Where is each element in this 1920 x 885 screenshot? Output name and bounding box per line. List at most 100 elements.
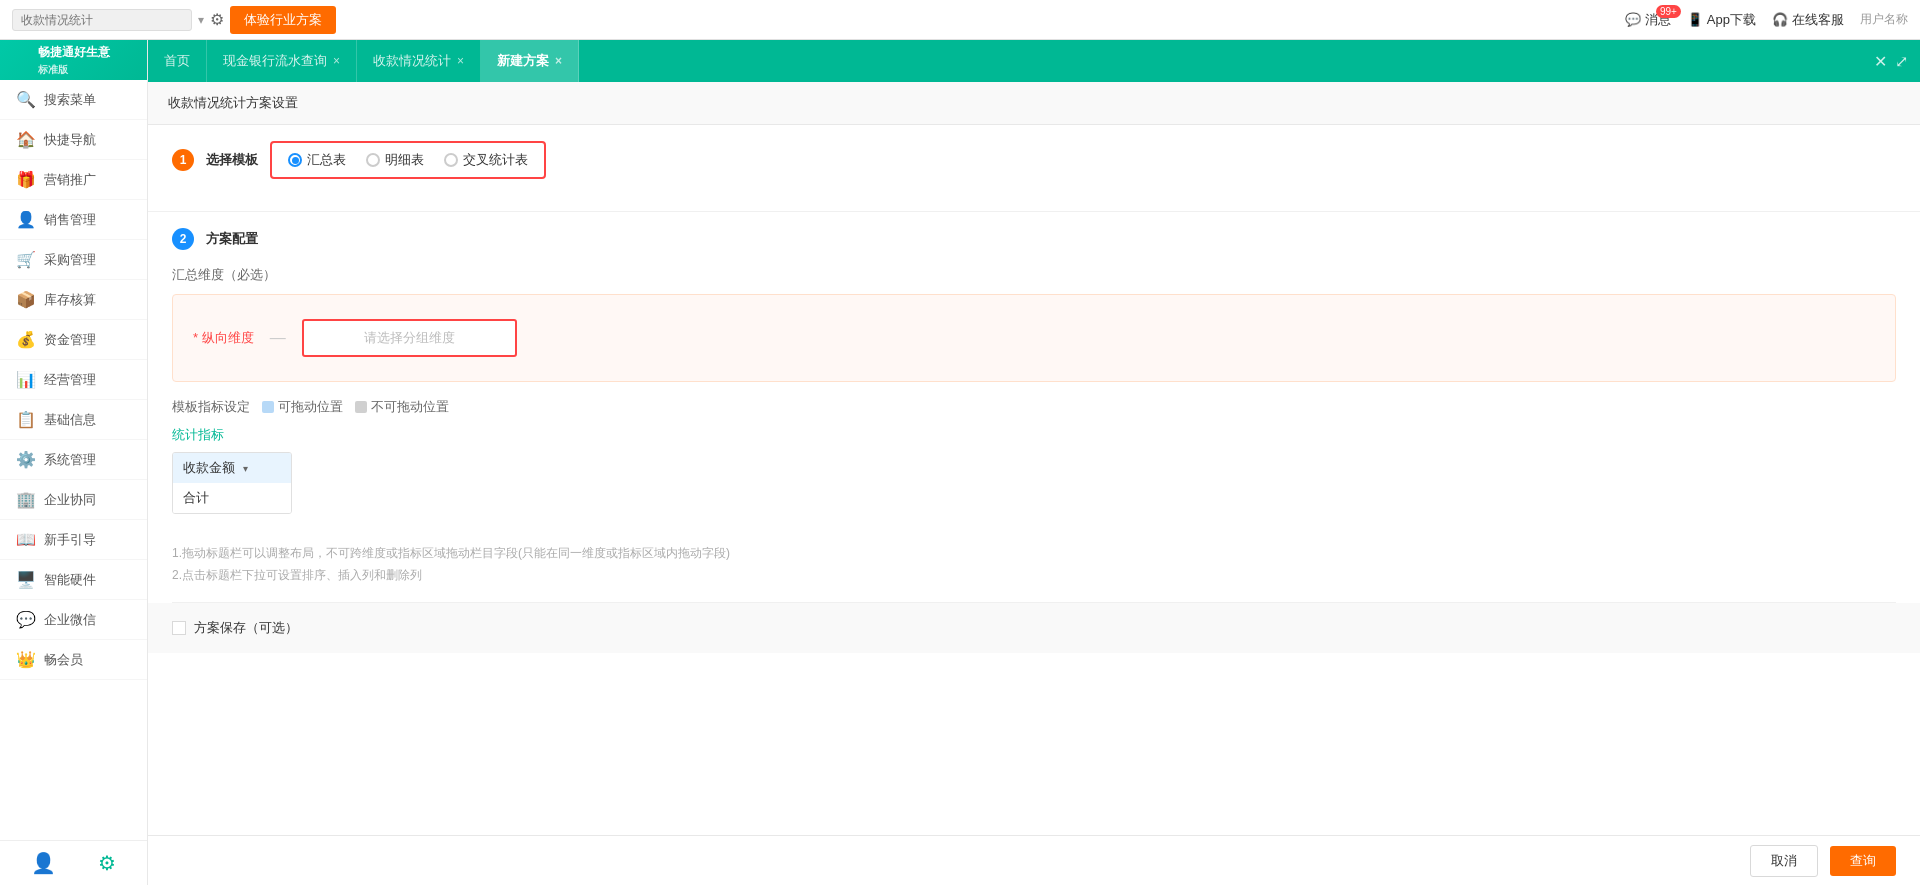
- sidebar-item-quick-nav[interactable]: 🏠 快捷导航: [0, 120, 147, 160]
- sidebar-icon-left[interactable]: 👤: [31, 851, 56, 875]
- metrics-table: 收款金额 ▾ 合计: [172, 452, 292, 514]
- sidebar-label: 库存核算: [44, 291, 96, 309]
- col-header-text: 收款金额: [183, 459, 235, 477]
- stat-label: 统计指标: [172, 426, 1896, 444]
- tips-section: 1.拖动标题栏可以调整布局，不可跨维度或指标区域拖动栏目字段(只能在同一维度或指…: [148, 533, 1920, 602]
- dimension-arrow-icon: —: [270, 329, 286, 347]
- sidebar-label: 资金管理: [44, 331, 96, 349]
- sidebar-logo: 畅捷通好生意 标准版: [0, 40, 147, 80]
- sidebar-item-corp-wechat[interactable]: 💬 企业微信: [0, 600, 147, 640]
- tab-home[interactable]: 首页: [148, 40, 207, 82]
- sidebar-item-operation[interactable]: 📊 经营管理: [0, 360, 147, 400]
- sidebar-label: 智能硬件: [44, 571, 96, 589]
- app-download-btn[interactable]: 📱 App下载: [1687, 11, 1756, 29]
- sidebar-item-member[interactable]: 👑 畅会员: [0, 640, 147, 680]
- metrics-table-body: 合计: [173, 483, 291, 513]
- legend-static-label: 不可拖动位置: [371, 398, 449, 416]
- radio-summary[interactable]: 汇总表: [288, 151, 346, 169]
- radio-summary-label: 汇总表: [307, 151, 346, 169]
- top-bar-right: 💬 消息 99+ 📱 App下载 🎧 在线客服 用户名称: [1625, 11, 1908, 29]
- step2-row: 2 方案配置: [172, 228, 1896, 250]
- chart-icon: 📊: [16, 370, 36, 389]
- radio-detail-circle: [366, 153, 380, 167]
- sidebar-label: 快捷导航: [44, 131, 96, 149]
- radio-detail[interactable]: 明细表: [366, 151, 424, 169]
- save-section: 方案保存（可选）: [148, 603, 1920, 653]
- home-icon: 🏠: [16, 130, 36, 149]
- main-layout: 畅捷通好生意 标准版 🔍 搜索菜单 🏠 快捷导航 🎁 营销推广 👤 销售管理 🛒…: [0, 40, 1920, 885]
- online-service-btn[interactable]: 🎧 在线客服: [1772, 11, 1844, 29]
- sidebar-label: 采购管理: [44, 251, 96, 269]
- service-icon: 🎧: [1772, 12, 1788, 27]
- dimension-title: 汇总维度（必选）: [172, 266, 1896, 284]
- tab-bank-flow-label: 现金银行流水查询: [223, 52, 327, 70]
- sidebar-item-system[interactable]: ⚙️ 系统管理: [0, 440, 147, 480]
- user-icon: 👤: [16, 210, 36, 229]
- template-options: 汇总表 明细表 交叉统计表: [270, 141, 546, 179]
- cart-icon: 🛒: [16, 250, 36, 269]
- tab-new-plan-close[interactable]: ×: [555, 54, 562, 68]
- sidebar-label: 销售管理: [44, 211, 96, 229]
- draggable-dot-icon: [262, 401, 274, 413]
- sidebar: 畅捷通好生意 标准版 🔍 搜索菜单 🏠 快捷导航 🎁 营销推广 👤 销售管理 🛒…: [0, 40, 148, 885]
- top-bar-left: ▾ ⚙ 体验行业方案: [12, 6, 1617, 34]
- tab-collection-stats-close[interactable]: ×: [457, 54, 464, 68]
- tip1: 1.拖动标题栏可以调整布局，不可跨维度或指标区域拖动栏目字段(只能在同一维度或指…: [172, 543, 1896, 565]
- sidebar-item-sales[interactable]: 👤 销售管理: [0, 200, 147, 240]
- cancel-button[interactable]: 取消: [1750, 845, 1818, 877]
- money-icon: 💰: [16, 330, 36, 349]
- search-icon: 🔍: [16, 90, 36, 109]
- notification-btn[interactable]: 💬 消息 99+: [1625, 11, 1671, 29]
- sidebar-item-smart-hw[interactable]: 🖥️ 智能硬件: [0, 560, 147, 600]
- sidebar-item-purchase[interactable]: 🛒 采购管理: [0, 240, 147, 280]
- sidebar-item-inventory[interactable]: 📦 库存核算: [0, 280, 147, 320]
- tab-home-label: 首页: [164, 52, 190, 70]
- sidebar-item-guide[interactable]: 📖 新手引导: [0, 520, 147, 560]
- metrics-header: 模板指标设定 可拖动位置 不可拖动位置: [172, 398, 1896, 416]
- metrics-table-header[interactable]: 收款金额 ▾: [173, 453, 291, 483]
- save-label: 方案保存（可选）: [194, 619, 298, 637]
- sidebar-label: 新手引导: [44, 531, 96, 549]
- radio-cross[interactable]: 交叉统计表: [444, 151, 528, 169]
- col-subrow-text: 合计: [183, 490, 209, 505]
- dimension-placeholder[interactable]: 请选择分组维度: [302, 319, 517, 357]
- crown-icon: 👑: [16, 650, 36, 669]
- tab-bank-flow-close[interactable]: ×: [333, 54, 340, 68]
- radio-summary-circle: [288, 153, 302, 167]
- building-icon: 🏢: [16, 490, 36, 509]
- sidebar-label: 畅会员: [44, 651, 83, 669]
- sidebar-label: 经营管理: [44, 371, 96, 389]
- query-button[interactable]: 查询: [1830, 846, 1896, 876]
- expand-icon[interactable]: ⤢: [1895, 52, 1908, 71]
- app-icon: 📱: [1687, 12, 1703, 27]
- legend-draggable-label: 可拖动位置: [278, 398, 343, 416]
- sidebar-item-search-menu[interactable]: 🔍 搜索菜单: [0, 80, 147, 120]
- sidebar-item-corp[interactable]: 🏢 企业协同: [0, 480, 147, 520]
- page-title: 收款情况统计方案设置: [168, 95, 298, 110]
- tab-bar: 首页 现金银行流水查询 × 收款情况统计 × 新建方案 × ✕ ⤢: [148, 40, 1920, 82]
- tab-new-plan[interactable]: 新建方案 ×: [481, 40, 579, 82]
- chevron-down-icon[interactable]: ▾: [198, 13, 204, 27]
- notification-icon: 💬: [1625, 12, 1641, 27]
- content-area: 首页 现金银行流水查询 × 收款情况统计 × 新建方案 × ✕ ⤢: [148, 40, 1920, 885]
- industry-btn[interactable]: 体验行业方案: [230, 6, 336, 34]
- sidebar-item-basic-info[interactable]: 📋 基础信息: [0, 400, 147, 440]
- sidebar-label: 企业协同: [44, 491, 96, 509]
- close-window-icon[interactable]: ✕: [1874, 52, 1887, 71]
- gear-icon[interactable]: ⚙: [210, 10, 224, 29]
- sidebar-label: 营销推广: [44, 171, 96, 189]
- breadcrumb-input[interactable]: [12, 9, 192, 31]
- save-checkbox[interactable]: [172, 621, 186, 635]
- sidebar-item-finance[interactable]: 💰 资金管理: [0, 320, 147, 360]
- tab-bank-flow[interactable]: 现金银行流水查询 ×: [207, 40, 357, 82]
- tab-collection-stats[interactable]: 收款情况统计 ×: [357, 40, 481, 82]
- step2-badge: 2: [172, 228, 194, 250]
- col-dropdown-icon[interactable]: ▾: [243, 463, 248, 474]
- page-inner: 收款情况统计方案设置 1 选择模板 汇总表: [148, 82, 1920, 835]
- gift-icon: 🎁: [16, 170, 36, 189]
- sidebar-icon-right[interactable]: ⚙: [98, 851, 116, 875]
- top-bar: ▾ ⚙ 体验行业方案 💬 消息 99+ 📱 App下载 🎧 在线客服 用户名称: [0, 0, 1920, 40]
- bottom-bar: 取消 查询: [148, 835, 1920, 885]
- sidebar-item-marketing[interactable]: 🎁 营销推广: [0, 160, 147, 200]
- radio-cross-label: 交叉统计表: [463, 151, 528, 169]
